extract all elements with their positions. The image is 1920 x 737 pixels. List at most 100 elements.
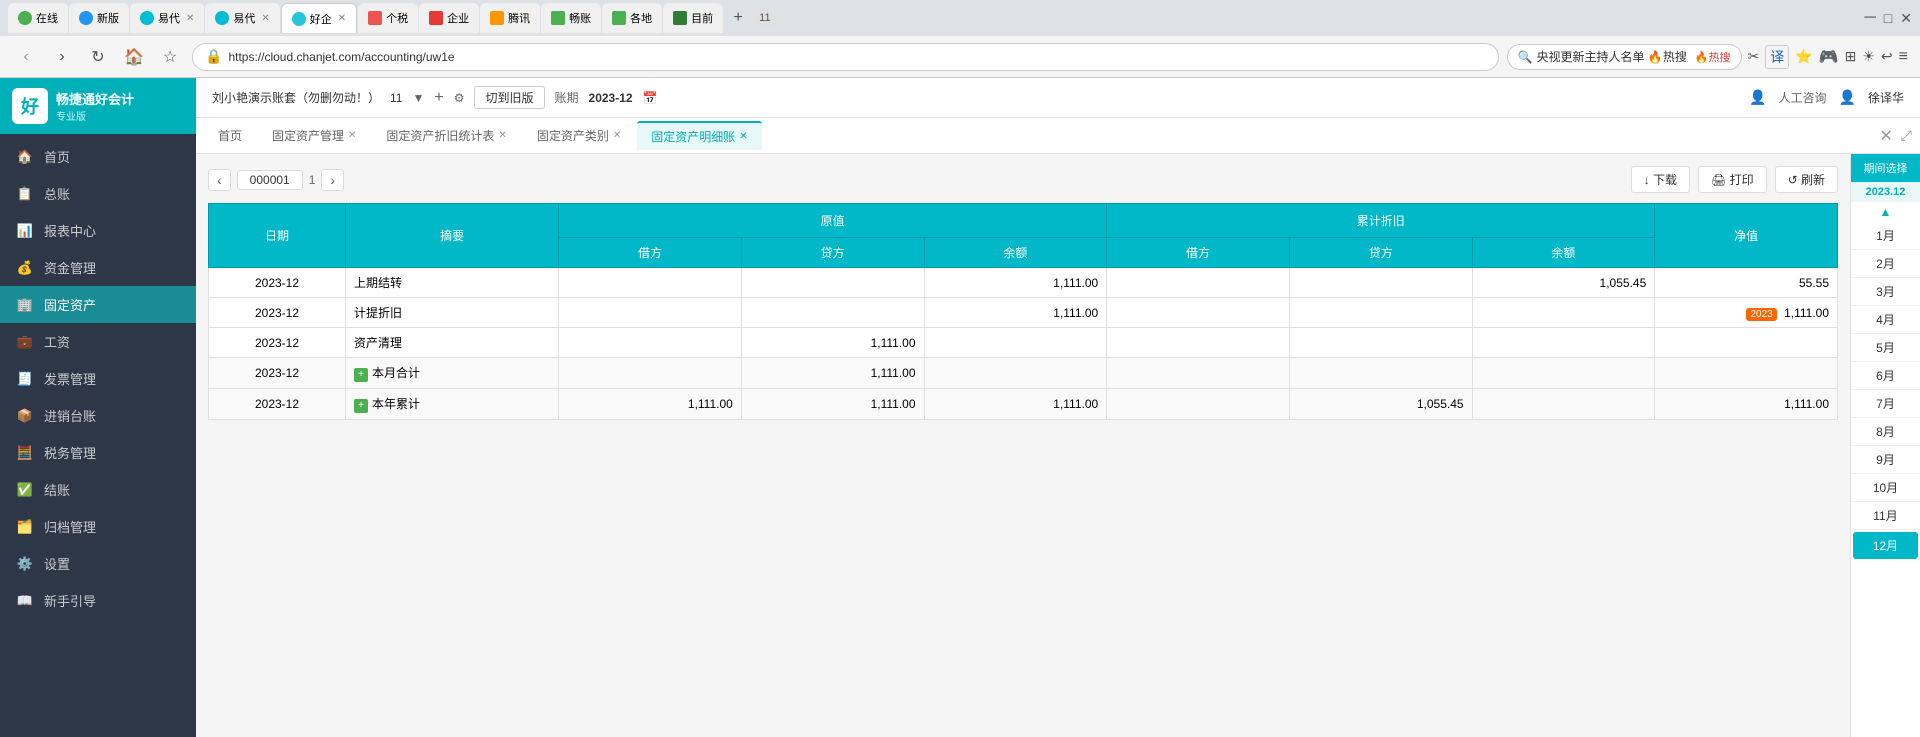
sidebar-item-report[interactable]: 📊 报表中心 [0, 212, 196, 249]
period-month-3[interactable]: 3月 [1851, 278, 1920, 306]
sidebar-item-invoice[interactable]: 🧾 发票管理 [0, 360, 196, 397]
sidebar-item-salary[interactable]: 💼 工资 [0, 323, 196, 360]
sidebar-item-fund[interactable]: 💰 资金管理 [0, 249, 196, 286]
settings-small-icon[interactable]: ⚙ [454, 91, 465, 105]
period-month-12[interactable]: 12月 [1853, 532, 1918, 559]
browser-tab-4[interactable]: 易代 ✕ [205, 3, 279, 33]
tab-fixed-assets-ledger-close[interactable]: ✕ [739, 131, 747, 142]
browser-tab-5[interactable]: 好企 ✕ [281, 3, 357, 33]
menu-button[interactable]: ≡ [1899, 48, 1908, 66]
window-maximize[interactable]: □ [1884, 10, 1892, 26]
sidebar-header: 好 畅捷通好会计 专业版 [0, 78, 196, 134]
browser-tab-11[interactable]: 目前 [663, 3, 723, 33]
tab-area-close-icon[interactable]: ✕ [1879, 126, 1892, 146]
ext-grid[interactable]: ⊞ [1845, 48, 1857, 65]
nav-forward[interactable]: › [48, 43, 76, 71]
switch-version-button[interactable]: 切到旧版 [474, 86, 544, 109]
sidebar-nav: 🏠 首页 📋 总账 📊 报表中心 💰 资金管理 🏢 固定资产 💼 工资 [0, 134, 196, 737]
period-month-4[interactable]: 4月 [1851, 306, 1920, 334]
browser-tab-6[interactable]: 个税 [358, 3, 418, 33]
browser-tab-10[interactable]: 各地 [602, 3, 662, 33]
ext-game[interactable]: 🎮 [1819, 47, 1839, 67]
download-button[interactable]: ↓ 下载 [1631, 166, 1690, 193]
nav-undo[interactable]: ↩ [1881, 48, 1893, 65]
row3-accum-debit [1107, 328, 1290, 358]
tab-4-close[interactable]: ✕ [261, 13, 269, 24]
user-label[interactable]: 徐译华 [1868, 89, 1904, 106]
sidebar-item-settings[interactable]: ⚙️ 设置 [0, 545, 196, 582]
sidebar-label-fixed-assets: 固定资产 [44, 295, 96, 314]
ext-scissors[interactable]: ✂ [1748, 48, 1760, 65]
window-minimize[interactable]: ─ [1864, 9, 1875, 27]
sidebar-label-inventory: 进销台账 [44, 406, 96, 425]
nav-home[interactable]: 🏠 [120, 43, 148, 71]
col-summary: 摘要 [346, 204, 559, 268]
sidebar-item-tax[interactable]: 🧮 税务管理 [0, 434, 196, 471]
sidebar-label-archive: 归档管理 [44, 517, 96, 536]
browser-tab-8[interactable]: 腾讯 [480, 3, 540, 33]
nav-back[interactable]: ‹ [12, 43, 40, 71]
help-label[interactable]: 人工咨询 [1779, 89, 1827, 106]
sidebar-logo-line1: 畅捷通好会计 [56, 89, 134, 108]
browser-tab-3[interactable]: 易代 ✕ [130, 3, 204, 33]
dropdown-icon[interactable]: ▼ [412, 91, 424, 105]
ext-translate[interactable]: 译 [1765, 45, 1789, 69]
browser-window: 在线 新版 易代 ✕ 易代 ✕ 好企 ✕ 个税 企业 [0, 0, 1920, 78]
sidebar-item-archive[interactable]: 🗂️ 归档管理 [0, 508, 196, 545]
page-tab-fixed-assets-mgmt[interactable]: 固定资产管理 ✕ [258, 121, 370, 150]
page-count: 1 [309, 173, 316, 187]
browser-tab-1[interactable]: 在线 [8, 3, 68, 33]
print-button[interactable]: 🖨 打印 [1698, 166, 1767, 193]
ext-brightness[interactable]: ☀ [1862, 48, 1875, 65]
period-month-11[interactable]: 11月 [1851, 502, 1920, 530]
tab-depreciation-stats-close[interactable]: ✕ [498, 130, 506, 141]
period-scroll-up[interactable]: ▲ [1851, 202, 1920, 222]
period-month-9[interactable]: 9月 [1851, 446, 1920, 474]
address-input[interactable]: 🔒 https://cloud.chanjet.com/accounting/u… [192, 43, 1499, 71]
sidebar-item-inventory[interactable]: 📦 进销台账 [0, 397, 196, 434]
new-tab-button[interactable]: + [724, 4, 752, 32]
tab-5-close[interactable]: ✕ [338, 13, 346, 24]
nav-next-button[interactable]: › [321, 169, 344, 191]
tab-fixed-assets-mgmt-close[interactable]: ✕ [348, 130, 356, 141]
calendar-icon[interactable]: 📅 [643, 91, 658, 105]
search-area[interactable]: 🔍 央视更新主持人名单 🔥热搜 🔥热搜 [1507, 44, 1742, 70]
add-account-icon[interactable]: + [434, 89, 443, 107]
sidebar-item-home[interactable]: 🏠 首页 [0, 138, 196, 175]
page-tab-fixed-assets-ledger[interactable]: 固定资产明细账 ✕ [637, 121, 761, 150]
tab-area-expand-icon[interactable]: ⤢ [1901, 127, 1912, 144]
ext-star[interactable]: ⭐ [1795, 48, 1812, 65]
browser-tab-7[interactable]: 企业 [419, 3, 479, 33]
period-month-5[interactable]: 5月 [1851, 334, 1920, 362]
tab-3-close[interactable]: ✕ [186, 13, 194, 24]
nav-refresh[interactable]: ↻ [84, 43, 112, 71]
nav-prev-button[interactable]: ‹ [208, 169, 231, 191]
browser-tab-9[interactable]: 畅账 [541, 3, 601, 33]
browser-tab-2[interactable]: 新版 [69, 3, 129, 33]
nav-bookmark[interactable]: ☆ [156, 43, 184, 71]
report-icon: 📊 [16, 223, 34, 239]
sidebar-item-settlement[interactable]: ✅ 结账 [0, 471, 196, 508]
period-month-6[interactable]: 6月 [1851, 362, 1920, 390]
tab-fixed-assets-category-close[interactable]: ✕ [613, 130, 621, 141]
page-tab-fixed-assets-category[interactable]: 固定资产类别 ✕ [523, 121, 635, 150]
row5-accum-balance [1472, 389, 1655, 420]
period-month-2[interactable]: 2月 [1851, 250, 1920, 278]
period-month-1[interactable]: 1月 [1851, 222, 1920, 250]
page-tab-depreciation-stats[interactable]: 固定资产折旧统计表 ✕ [372, 121, 520, 150]
period-month-7[interactable]: 7月 [1851, 390, 1920, 418]
sidebar-item-guide[interactable]: 📖 新手引导 [0, 582, 196, 619]
row3-summary: 资产清理 [346, 328, 559, 358]
row1-accum-credit [1289, 268, 1472, 298]
period-month-10[interactable]: 10月 [1851, 474, 1920, 502]
sidebar-item-fixed-assets[interactable]: 🏢 固定资产 [0, 286, 196, 323]
sidebar-item-ledger[interactable]: 📋 总账 [0, 175, 196, 212]
refresh-button[interactable]: ↺ 刷新 [1775, 166, 1838, 193]
period-month-8[interactable]: 8月 [1851, 418, 1920, 446]
page-tab-home[interactable]: 首页 [204, 121, 256, 150]
row1-accum-debit [1107, 268, 1290, 298]
ledger-table: 日期 摘要 原值 累计折旧 净值 借方 贷方 余额 借方 [208, 203, 1838, 420]
window-close[interactable]: ✕ [1900, 10, 1912, 27]
invoice-icon: 🧾 [16, 371, 34, 387]
row2-date: 2023-12 [209, 298, 346, 328]
